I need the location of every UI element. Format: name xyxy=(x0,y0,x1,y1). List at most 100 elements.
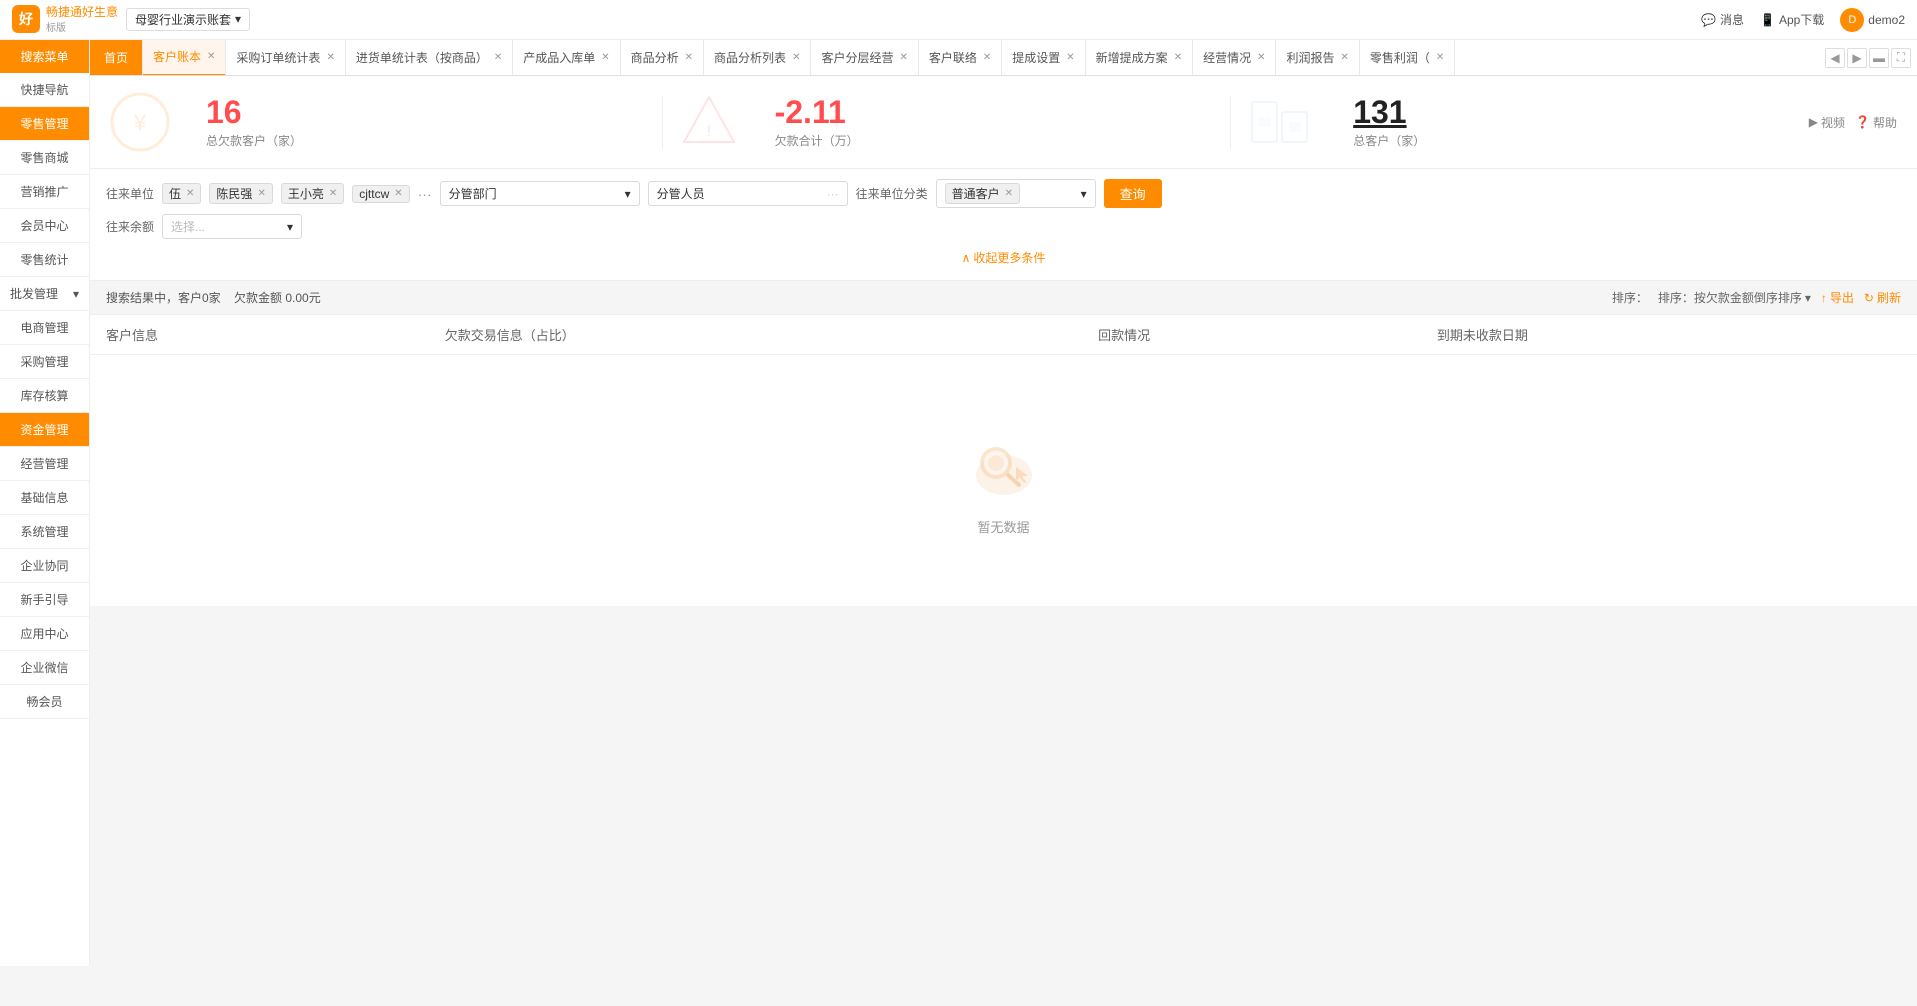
collapse-row: ∧ 收起更多条件 xyxy=(106,245,1901,270)
tab-customer-contact[interactable]: 客户联络 ✕ xyxy=(919,40,1002,76)
tag-close-icon[interactable]: ✕ xyxy=(186,188,194,199)
svg-text:!: ! xyxy=(706,123,710,140)
tab-promotion-settings[interactable]: 提成设置 ✕ xyxy=(1002,40,1085,76)
tab-instock-label: 进货单统计表（按商品） xyxy=(356,49,488,66)
query-button[interactable]: 查询 xyxy=(1104,179,1162,208)
tab-close-icon[interactable]: ✕ xyxy=(983,52,991,63)
tab-close-icon[interactable]: ✕ xyxy=(1257,52,1265,63)
tab-goods-analysis-list[interactable]: 商品分析列表 ✕ xyxy=(704,40,811,76)
question-icon: ❓ xyxy=(1855,115,1870,129)
tab-close-icon[interactable]: ✕ xyxy=(494,52,502,63)
unit-filter-label: 往来单位 xyxy=(106,185,154,202)
category-select[interactable]: 普通客户 ✕ ▾ xyxy=(936,179,1096,208)
tab-close-icon[interactable]: ✕ xyxy=(685,52,693,63)
stat-block-total: 131 总客户（家） xyxy=(1333,96,1809,149)
sidebar-item-operations[interactable]: 经营管理 xyxy=(0,447,89,481)
sidebar-item-ecommerce[interactable]: 电商管理 xyxy=(0,311,89,345)
tab-prev-button[interactable]: ◀ xyxy=(1825,48,1845,68)
sidebar-item-enterprise-wechat[interactable]: 企业微信 xyxy=(0,651,89,685)
tab-maximize-button[interactable]: ⛶ xyxy=(1891,48,1911,68)
sidebar-item-retail-mall[interactable]: 零售商城 xyxy=(0,141,89,175)
tab-operations[interactable]: 经营情况 ✕ xyxy=(1193,40,1276,76)
stat-deco-icon-2: ! xyxy=(679,92,739,152)
tab-instock-stats[interactable]: 进货单统计表（按商品） ✕ xyxy=(346,40,513,76)
stat-deco-icon-3 xyxy=(1247,92,1317,152)
sidebar-item-wholesale-mgmt[interactable]: 批发管理 ▾ xyxy=(0,277,89,311)
sidebar-item-new-guide[interactable]: 新手引导 xyxy=(0,583,89,617)
tab-close-icon[interactable]: ✕ xyxy=(601,52,609,63)
sidebar-item-member-center[interactable]: 会员中心 xyxy=(0,209,89,243)
tab-customer-tier[interactable]: 客户分层经营 ✕ xyxy=(811,40,918,76)
message-button[interactable]: 💬 消息 xyxy=(1701,11,1744,28)
store-selector[interactable]: 母婴行业演示账套 ▾ xyxy=(126,8,250,31)
tab-close-icon[interactable]: ✕ xyxy=(792,52,800,63)
sidebar-item-enterprise-coop[interactable]: 企业协同 xyxy=(0,549,89,583)
tab-close-icon[interactable]: ✕ xyxy=(1341,52,1349,63)
export-button[interactable]: ↑ 导出 xyxy=(1821,289,1854,306)
table-body: 暂无数据 xyxy=(90,355,1917,607)
col-customer-info: 客户信息 xyxy=(90,315,429,355)
sidebar-item-basics[interactable]: 基础信息 xyxy=(0,481,89,515)
sidebar-item-retail-stats[interactable]: 零售统计 xyxy=(0,243,89,277)
tab-home[interactable]: 首页 xyxy=(90,40,143,76)
video-help-link[interactable]: ▶ 视频 xyxy=(1809,114,1845,131)
balance-select[interactable]: 选择... ▾ xyxy=(162,214,302,239)
tab-close-icon[interactable]: ✕ xyxy=(207,51,215,62)
sidebar-search[interactable]: 搜索菜单 xyxy=(0,40,89,73)
filter-tag-normal-customer[interactable]: 普通客户 ✕ xyxy=(945,183,1020,204)
collapse-button[interactable]: ∧ 收起更多条件 xyxy=(106,245,1901,270)
logo-area[interactable]: 好 畅捷通好生意 标版 xyxy=(12,5,118,34)
tab-minimize-button[interactable]: ▬ xyxy=(1869,48,1889,68)
tab-close-icon[interactable]: ✕ xyxy=(326,52,334,63)
filter-tag-wang[interactable]: 王小亮 ✕ xyxy=(281,183,344,204)
tab-retail-profit[interactable]: 零售利润（ ✕ xyxy=(1360,40,1455,76)
page-body: ¥ 16 总欠款客户（家） ! -2.11 欠款合计（万） xyxy=(90,76,1917,966)
avatar: D xyxy=(1840,8,1864,32)
sidebar-item-finance[interactable]: 资金管理 xyxy=(0,413,89,447)
tab-purchase-order[interactable]: 采购订单统计表 ✕ xyxy=(226,40,345,76)
stat-value-customers: 16 xyxy=(206,96,242,128)
chevron-down-icon: ▾ xyxy=(235,12,241,26)
tag-close-icon[interactable]: ✕ xyxy=(394,188,402,199)
filter-tag-wu[interactable]: 伍 ✕ xyxy=(162,183,201,204)
dept-select[interactable]: 分管部门 ▾ xyxy=(440,181,640,206)
tab-new-promotion[interactable]: 新增提成方案 ✕ xyxy=(1086,40,1193,76)
tab-close-icon[interactable]: ✕ xyxy=(1066,52,1074,63)
tab-retail-profit-label: 零售利润（ xyxy=(1370,49,1430,66)
category-filter-label: 往来单位分类 xyxy=(856,185,928,202)
help-link[interactable]: ❓ 帮助 xyxy=(1855,114,1897,131)
person-select[interactable]: 分管人员 ··· xyxy=(648,181,848,206)
filter-tag-chen[interactable]: 陈民强 ✕ xyxy=(209,183,272,204)
tab-goods-analysis[interactable]: 商品分析 ✕ xyxy=(621,40,704,76)
sidebar-quick-nav[interactable]: 快捷导航 xyxy=(0,73,89,107)
main-content: 首页 客户账本 ✕ 采购订单统计表 ✕ 进货单统计表（按商品） ✕ 产成品入库单… xyxy=(90,40,1917,966)
tab-product-instock[interactable]: 产成品入库单 ✕ xyxy=(513,40,620,76)
app-download-button[interactable]: 📱 App下载 xyxy=(1760,11,1824,28)
tab-next-button[interactable]: ▶ xyxy=(1847,48,1867,68)
tab-close-icon[interactable]: ✕ xyxy=(1174,52,1182,63)
tag-close-icon[interactable]: ✕ xyxy=(257,188,265,199)
select-dropdown-icon: ▾ xyxy=(287,220,293,234)
filter-area: 往来单位 伍 ✕ 陈民强 ✕ 王小亮 ✕ cjttcw xyxy=(90,169,1917,281)
sidebar-item-app-center[interactable]: 应用中心 xyxy=(0,617,89,651)
stat-block-amount: -2.11 欠款合计（万） xyxy=(755,96,1232,149)
sidebar-item-purchase[interactable]: 采购管理 xyxy=(0,345,89,379)
sidebar-item-marketing[interactable]: 营销推广 xyxy=(0,175,89,209)
tab-operations-label: 经营情况 xyxy=(1203,49,1251,66)
top-bar: 好 畅捷通好生意 标版 母婴行业演示账套 ▾ 💬 消息 📱 App下载 D de… xyxy=(0,0,1917,40)
refresh-button[interactable]: ↻ 刷新 xyxy=(1864,289,1901,306)
filter-more-icon[interactable]: ··· xyxy=(418,186,432,202)
user-area[interactable]: D demo2 xyxy=(1840,8,1905,32)
tab-close-icon[interactable]: ✕ xyxy=(1436,52,1444,63)
sort-select[interactable]: 排序：按欠款金额倒序排序 ▾ xyxy=(1658,289,1811,306)
tab-profit-report[interactable]: 利润报告 ✕ xyxy=(1276,40,1359,76)
tag-close-icon[interactable]: ✕ xyxy=(1005,188,1013,199)
tab-close-icon[interactable]: ✕ xyxy=(899,52,907,63)
sidebar-item-inventory[interactable]: 库存核算 xyxy=(0,379,89,413)
tag-close-icon[interactable]: ✕ xyxy=(329,188,337,199)
sidebar-item-retail-mgmt[interactable]: 零售管理 xyxy=(0,107,89,141)
filter-tag-cjttcw[interactable]: cjttcw ✕ xyxy=(352,185,409,203)
sidebar-item-system[interactable]: 系统管理 xyxy=(0,515,89,549)
sidebar-item-vip-member[interactable]: 畅会员 xyxy=(0,685,89,719)
tab-accounts[interactable]: 客户账本 ✕ xyxy=(143,40,226,76)
